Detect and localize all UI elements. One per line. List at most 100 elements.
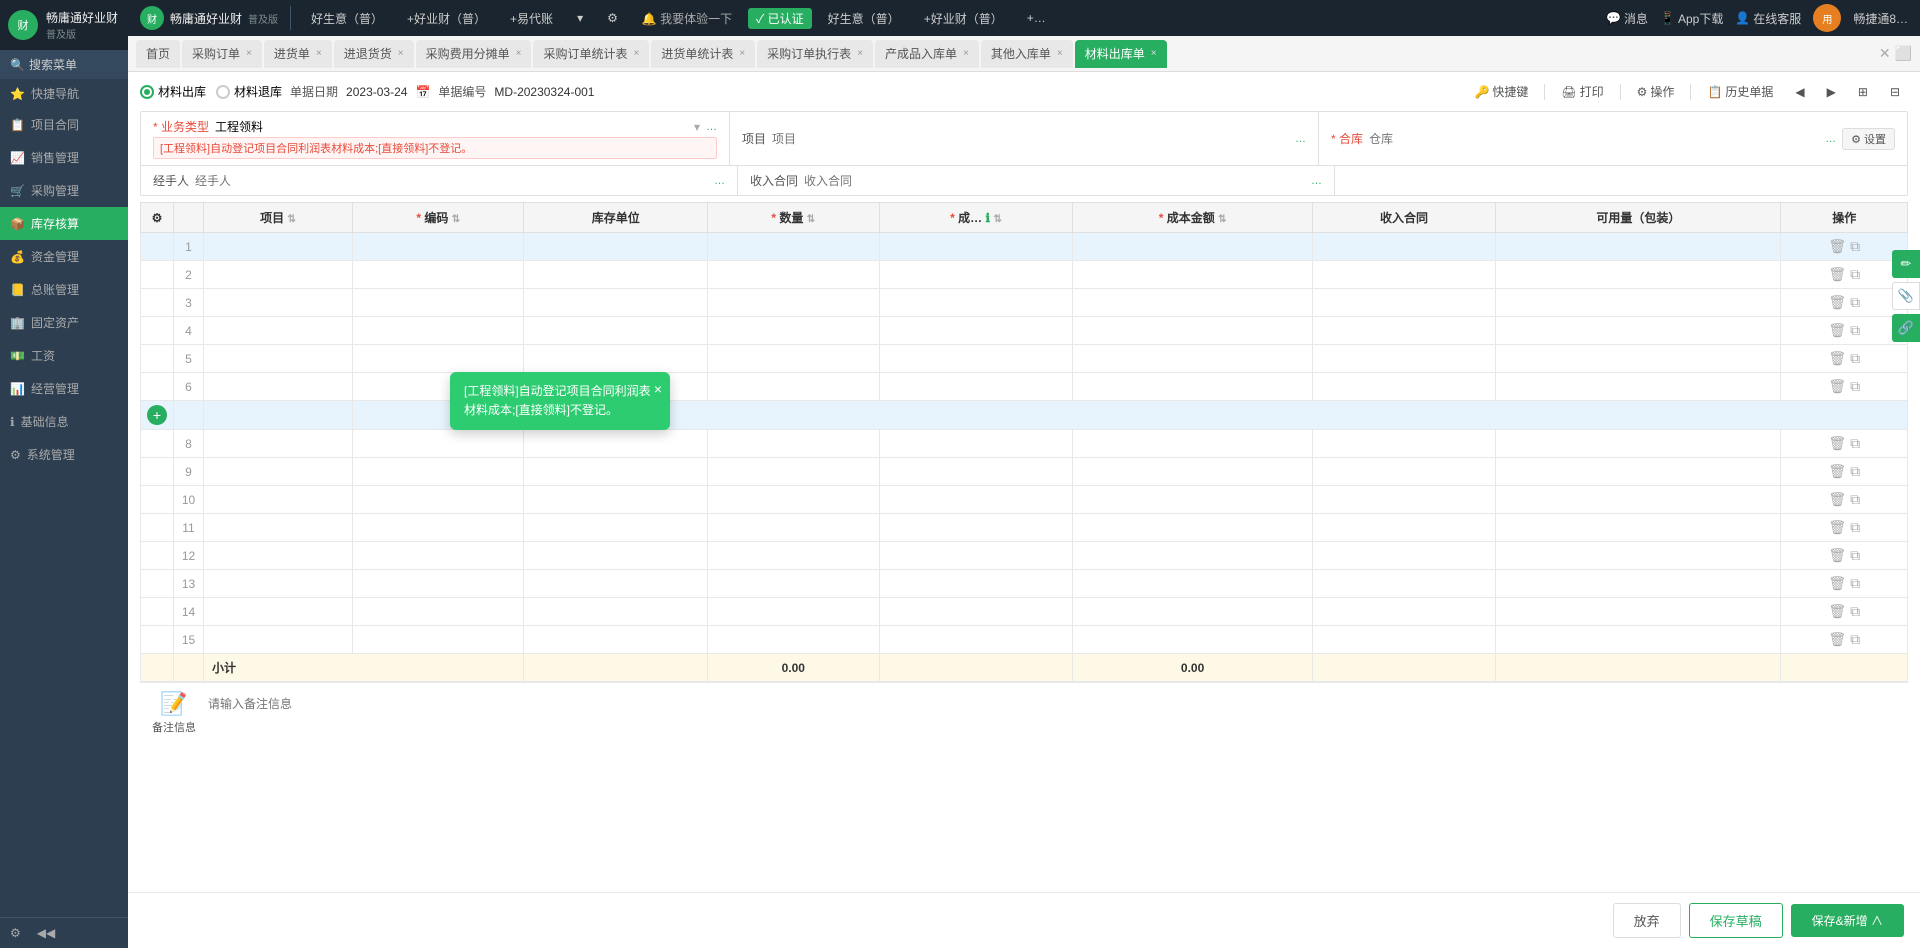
handler-input[interactable] [195, 174, 708, 188]
col-qty-sort[interactable]: ⇅ [807, 214, 815, 225]
business-type-arrow[interactable]: ▾ [694, 120, 700, 134]
row-copy-6[interactable]: ⧉ [1850, 378, 1860, 395]
tab-material-close[interactable]: × [1151, 48, 1157, 59]
collapse-icon[interactable]: ◀◀ [37, 926, 55, 940]
tab-home[interactable]: 首页 [136, 40, 180, 68]
sidebar-item-ledger[interactable]: 📒 总账管理 [0, 273, 128, 306]
row-copy-4[interactable]: ⧉ [1850, 322, 1860, 339]
row-copy-2[interactable]: ⧉ [1850, 266, 1860, 283]
row-delete-6[interactable]: 🗑 [1828, 378, 1846, 395]
topbar-menu-dropdown[interactable]: ▾ [569, 11, 591, 25]
row-delete-2[interactable]: 🗑 [1828, 266, 1846, 283]
sidebar-item-project[interactable]: 📋 项目合同 [0, 108, 128, 141]
list-view-btn[interactable]: ⊟ [1882, 82, 1908, 102]
topbar-online-service-btn[interactable]: 👤 在线客服 [1735, 10, 1801, 27]
tab-close-all[interactable]: ✕ [1879, 45, 1891, 62]
discard-btn[interactable]: 放弃 [1613, 903, 1681, 938]
row-project-3[interactable] [204, 289, 353, 317]
sidebar-item-system[interactable]: ⚙ 系统管理 [0, 438, 128, 471]
tab-purchase-receipt[interactable]: 进货单 × [264, 40, 332, 68]
row-cost-2[interactable] [879, 261, 1073, 289]
topbar-try-btn[interactable]: 🔔 我要体验一下 [634, 10, 740, 27]
row-cost-1[interactable] [879, 233, 1073, 261]
row-delete-1[interactable]: 🗑 [1828, 238, 1846, 255]
tab-other-close[interactable]: × [1057, 48, 1063, 59]
row-project-2[interactable] [204, 261, 353, 289]
sidebar-item-sales[interactable]: 📈 销售管理 [0, 141, 128, 174]
row-delete-9[interactable]: 🗑 [1828, 463, 1846, 480]
topbar-menu-more[interactable]: +… [1019, 11, 1054, 25]
sidebar-item-fixed-assets[interactable]: 🏢 固定资产 [0, 306, 128, 339]
sidebar-item-operations[interactable]: 📊 经营管理 [0, 372, 128, 405]
row-cost-3[interactable] [879, 289, 1073, 317]
row-cost-amount-2[interactable] [1073, 261, 1312, 289]
row-copy-8[interactable]: ⧉ [1850, 435, 1860, 452]
settings-btn[interactable]: ⚙ 设置 [1842, 128, 1895, 150]
warehouse-dots[interactable]: … [1825, 133, 1836, 145]
sidebar-item-inventory[interactable]: 📦 库存核算 [0, 207, 128, 240]
col-code-sort[interactable]: ⇅ [452, 214, 460, 225]
right-panel-clip-icon[interactable]: 📎 [1892, 282, 1920, 310]
topbar-message-btn[interactable]: 💬 消息 [1606, 10, 1648, 27]
tab-finished-goods[interactable]: 产成品入库单 × [875, 40, 979, 68]
col-cost-sort[interactable]: ⇅ [993, 214, 1001, 225]
row-qty-3[interactable] [708, 289, 880, 317]
tab-receipt-stat-close[interactable]: × [739, 48, 745, 59]
business-type-dots[interactable]: … [706, 121, 717, 133]
tab-material-outbound[interactable]: 材料出库单 × [1075, 40, 1167, 68]
row-copy-9[interactable]: ⧉ [1850, 463, 1860, 480]
col-project-sort[interactable]: ⇅ [287, 214, 295, 225]
topbar-menu-haoyecai[interactable]: +好业财（普） [399, 10, 494, 27]
row-code-1[interactable] [352, 233, 524, 261]
calendar-icon[interactable]: 📅 [415, 85, 430, 99]
radio-material-out[interactable]: 材料出库 [140, 83, 206, 100]
topbar-menu-yidaizhang[interactable]: +易代账 [502, 10, 561, 27]
tab-return-close[interactable]: × [398, 48, 404, 59]
right-panel-link-icon[interactable]: 🔗 [1892, 314, 1920, 342]
tab-purchase-return[interactable]: 进退货货 × [334, 40, 414, 68]
tab-receipt-stat[interactable]: 进货单统计表 × [651, 40, 755, 68]
row-project-1[interactable] [204, 233, 353, 261]
operations-btn[interactable]: ⚙ 操作 [1629, 80, 1683, 103]
topbar-app-download-btn[interactable]: 📱 App下载 [1660, 10, 1723, 27]
project-dots[interactable]: … [1295, 133, 1306, 145]
tab-purchase-order[interactable]: 采购订单 × [182, 40, 262, 68]
row-delete-4[interactable]: 🗑 [1828, 322, 1846, 339]
cost-info-icon[interactable]: ℹ [986, 211, 991, 225]
topbar-menu-haoshengyi[interactable]: 好生意（普） [303, 10, 391, 27]
prev-btn[interactable]: ◀ [1787, 82, 1812, 102]
row-copy-1[interactable]: ⧉ [1850, 238, 1860, 255]
tab-purchase-order-close[interactable]: × [246, 48, 252, 59]
settings-icon[interactable]: ⚙ [10, 926, 21, 940]
sidebar-item-purchase[interactable]: 🛒 采购管理 [0, 174, 128, 207]
tab-receipt-close[interactable]: × [316, 48, 322, 59]
business-type-input[interactable] [215, 120, 688, 134]
income-contract-dots[interactable]: … [1311, 175, 1322, 187]
row-cost-amount-1[interactable] [1073, 233, 1312, 261]
user-avatar[interactable]: 用 [1813, 4, 1841, 32]
row-code-3[interactable] [352, 289, 524, 317]
topbar-settings-icon[interactable]: ⚙ [599, 11, 626, 25]
row-quantity-1[interactable] [708, 233, 880, 261]
topbar-menu-haoyecai2[interactable]: +好业财（普） [916, 10, 1011, 27]
notes-input[interactable] [204, 691, 1896, 727]
tab-purchase-stat-close[interactable]: × [633, 48, 639, 59]
project-input[interactable] [772, 132, 1289, 146]
tab-expense-close[interactable]: × [516, 48, 522, 59]
sidebar-item-finance[interactable]: 💰 资金管理 [0, 240, 128, 273]
add-row-btn[interactable]: + [147, 405, 167, 425]
col-cost-amount-sort[interactable]: ⇅ [1218, 214, 1226, 225]
save-new-btn[interactable]: 保存&新增 ∧ [1791, 904, 1904, 937]
tab-purchase-exec-close[interactable]: × [857, 48, 863, 59]
tab-other-inbound[interactable]: 其他入库单 × [981, 40, 1073, 68]
row-delete-5[interactable]: 🗑 [1828, 350, 1846, 367]
warehouse-input[interactable] [1369, 132, 1819, 146]
tab-maximize[interactable]: ⬜ [1895, 45, 1912, 62]
radio-material-return[interactable]: 材料退库 [216, 83, 282, 100]
sidebar-item-salary[interactable]: 💵 工资 [0, 339, 128, 372]
tab-purchase-stat[interactable]: 采购订单统计表 × [533, 40, 649, 68]
row-ca-3[interactable] [1073, 289, 1312, 317]
shortcut-key-btn[interactable]: 🔑 快捷键 [1466, 80, 1536, 103]
print-btn[interactable]: 🖨 打印 [1553, 80, 1611, 103]
row-delete-8[interactable]: 🗑 [1828, 435, 1846, 452]
